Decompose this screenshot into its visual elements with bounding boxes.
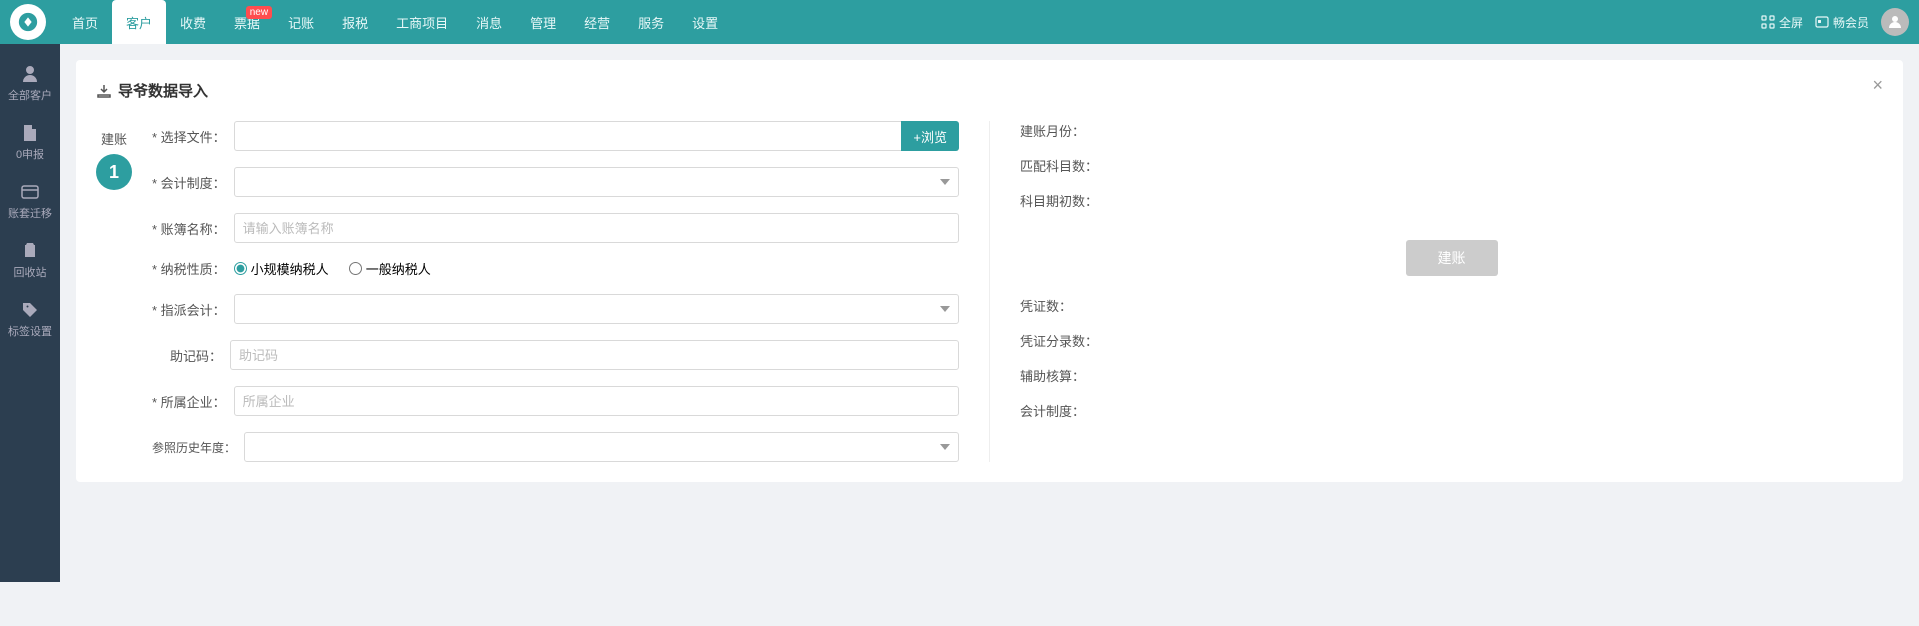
form-left: 建账 1 * 选择文件： +浏览: [96, 121, 959, 462]
sidebar-item-declare-label: 0申报: [16, 146, 44, 162]
info-month-row: 建账月份：: [1020, 121, 1883, 140]
history-row: 参照历史年度：: [152, 432, 959, 462]
sidebar-item-migration[interactable]: 账套迁移: [0, 172, 60, 231]
nav-item-message[interactable]: 消息: [462, 0, 516, 44]
step-badge: 1: [96, 154, 132, 190]
company-label: * 所属企业：: [152, 392, 226, 411]
tax-type-label: * 纳税性质：: [152, 259, 226, 278]
close-button[interactable]: ×: [1872, 76, 1883, 94]
nav-right: 全屏 畅会员: [1761, 8, 1909, 36]
form-right: 建账月份： 匹配科目数： 科目期初数： 建账 凭证数：: [1020, 121, 1883, 462]
memo-input[interactable]: [230, 340, 959, 370]
top-nav: 首页 客户 收费 票据new 记账 报税 工商项目 消息 管理 经营 服务 设置…: [0, 0, 1919, 44]
info-match-label: 匹配科目数：: [1020, 156, 1100, 175]
tax-general-radio[interactable]: [349, 262, 362, 275]
fullscreen-label: 全屏: [1779, 14, 1803, 31]
tax-small-option[interactable]: 小规模纳税人: [234, 259, 329, 278]
history-label: 参照历史年度：: [152, 439, 236, 456]
app-logo: [10, 4, 46, 40]
tax-type-row: * 纳税性质： 小规模纳税人 一般纳税人: [152, 259, 959, 278]
accountant-label: * 指派会计：: [152, 300, 226, 319]
nav-items: 首页 客户 收费 票据new 记账 报税 工商项目 消息 管理 经营 服务 设置: [58, 0, 1761, 44]
memo-label: 助记码：: [152, 346, 222, 365]
nav-item-tax[interactable]: 报税: [328, 0, 382, 44]
nav-item-service[interactable]: 服务: [624, 0, 678, 44]
accounting-label: * 会计制度：: [152, 173, 226, 192]
info-voucher-row: 凭证数：: [1020, 296, 1883, 315]
form-fields: * 选择文件： +浏览 * 会计制度：: [152, 121, 959, 462]
info-voucher-records-label: 凭证分录数：: [1020, 331, 1100, 350]
form-container: 建账 1 * 选择文件： +浏览: [96, 121, 1883, 462]
nav-item-fee[interactable]: 收费: [166, 0, 220, 44]
info-month-label: 建账月份：: [1020, 121, 1100, 140]
step-section: 建账 1 * 选择文件： +浏览: [96, 121, 959, 462]
file-label: * 选择文件：: [152, 127, 226, 146]
info-voucher-records-row: 凭证分录数：: [1020, 331, 1883, 350]
accountant-row: * 指派会计：: [152, 294, 959, 324]
info-auxiliary-label: 辅助核算：: [1020, 366, 1100, 385]
info-period-label: 科目期初数：: [1020, 191, 1100, 210]
card-title: 导爷数据导入: [96, 80, 1883, 101]
info-voucher-label: 凭证数：: [1020, 296, 1100, 315]
nav-item-operation[interactable]: 经营: [570, 0, 624, 44]
import-icon: [96, 83, 112, 99]
info-accounting-label: 会计制度：: [1020, 401, 1100, 420]
nav-item-manage[interactable]: 管理: [516, 0, 570, 44]
user-avatar[interactable]: [1881, 8, 1909, 36]
ledger-row: * 账簿名称：: [152, 213, 959, 243]
info-match-row: 匹配科目数：: [1020, 156, 1883, 175]
info-auxiliary-row: 辅助核算：: [1020, 366, 1883, 385]
ledger-input[interactable]: [234, 213, 959, 243]
form-divider: [989, 121, 990, 462]
nav-item-client[interactable]: 客户: [112, 0, 166, 44]
tax-general-option[interactable]: 一般纳税人: [349, 259, 431, 278]
fullscreen-button[interactable]: 全屏: [1761, 14, 1803, 31]
file-row: * 选择文件： +浏览: [152, 121, 959, 151]
history-select[interactable]: [244, 432, 959, 462]
nav-item-home[interactable]: 首页: [58, 0, 112, 44]
sidebar-item-recycle[interactable]: 回收站: [0, 231, 60, 290]
member-label: 畅会员: [1833, 14, 1869, 31]
nav-badge-new: new: [246, 6, 272, 19]
nav-item-bookkeeping[interactable]: 记账: [274, 0, 328, 44]
sidebar: 全部客户 0申报 账套迁移 回收站 标签设置: [0, 44, 60, 582]
accounting-row: * 会计制度：: [152, 167, 959, 197]
member-button[interactable]: 畅会员: [1815, 14, 1869, 31]
file-input[interactable]: [234, 121, 902, 151]
tax-small-label: 小规模纳税人: [251, 259, 329, 278]
sidebar-item-declare[interactable]: 0申报: [0, 113, 60, 172]
tax-small-radio[interactable]: [234, 262, 247, 275]
sidebar-item-clients-label: 全部客户: [8, 87, 52, 103]
step-label: 建账: [101, 129, 127, 148]
info-period-row: 科目期初数：: [1020, 191, 1883, 210]
browse-button[interactable]: +浏览: [901, 121, 959, 151]
company-input[interactable]: [234, 386, 959, 416]
import-card: 导爷数据导入 × 建账 1 * 选择文件：: [76, 60, 1903, 482]
info-accounting-row: 会计制度：: [1020, 401, 1883, 420]
sidebar-item-clients[interactable]: 全部客户: [0, 54, 60, 113]
tax-radio-group: 小规模纳税人 一般纳税人: [234, 259, 431, 278]
sidebar-item-tags-label: 标签设置: [8, 323, 52, 339]
accounting-select[interactable]: [234, 167, 959, 197]
nav-item-business[interactable]: 工商项目: [382, 0, 462, 44]
tax-general-label: 一般纳税人: [366, 259, 431, 278]
file-input-group: +浏览: [234, 121, 959, 151]
memo-row: 助记码：: [152, 340, 959, 370]
nav-item-ticket[interactable]: 票据new: [220, 0, 274, 44]
sidebar-item-tags[interactable]: 标签设置: [0, 290, 60, 349]
build-button[interactable]: 建账: [1406, 240, 1498, 276]
main-content: 导爷数据导入 × 建账 1 * 选择文件：: [60, 44, 1919, 582]
accountant-select[interactable]: [234, 294, 959, 324]
company-row: * 所属企业：: [152, 386, 959, 416]
sidebar-item-migration-label: 账套迁移: [8, 205, 52, 221]
sidebar-item-recycle-label: 回收站: [14, 264, 47, 280]
nav-item-settings[interactable]: 设置: [678, 0, 732, 44]
ledger-label: * 账簿名称：: [152, 219, 226, 238]
